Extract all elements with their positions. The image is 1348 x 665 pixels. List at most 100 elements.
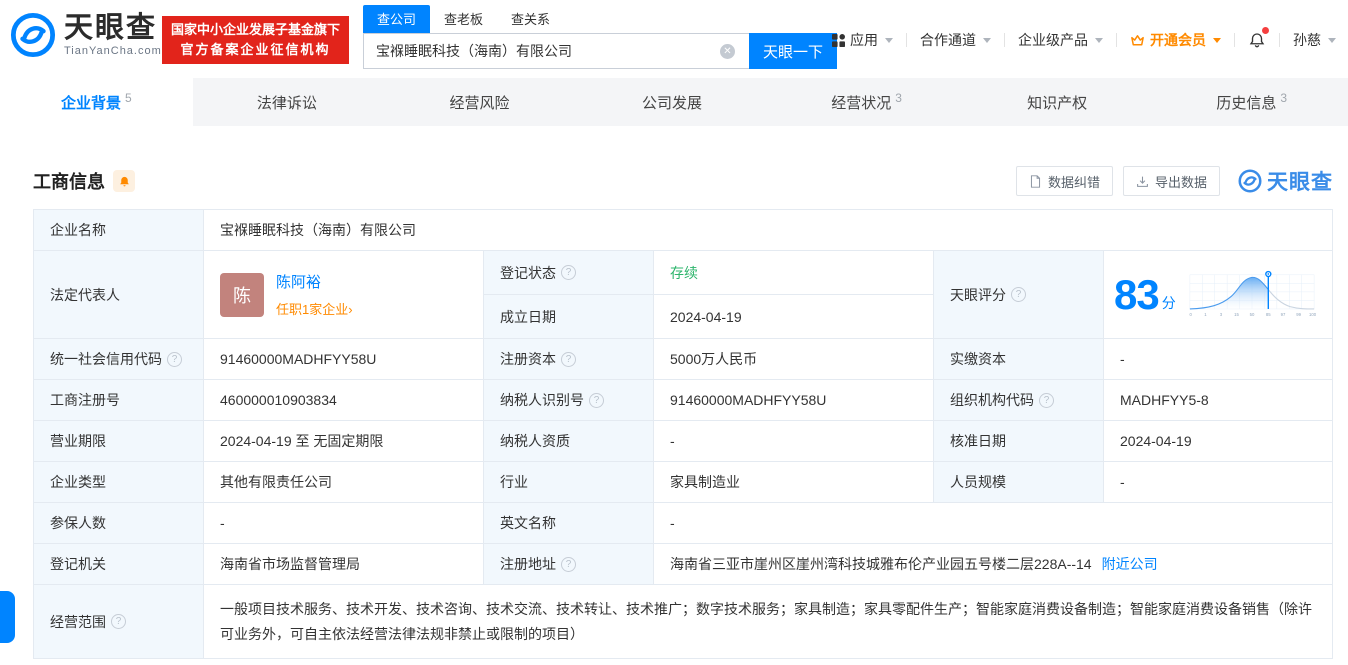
row-business-scope: 经营范围 ? 一般项目技术服务、技术开发、技术咨询、技术交流、技术转让、技术推广…	[34, 585, 1332, 658]
search-button[interactable]: 天眼一下	[749, 33, 837, 69]
help-icon[interactable]: ?	[561, 351, 576, 367]
field-label: 登记机关	[34, 544, 204, 584]
field-label: 天眼评分	[950, 286, 1006, 303]
legal-rep-name-link[interactable]: 陈阿裕	[276, 271, 353, 292]
field-label: 法定代表人	[34, 251, 204, 338]
nav-enterprise[interactable]: 企业级产品	[1018, 30, 1103, 50]
row-reg-number: 工商注册号 460000010903834 纳税人识别号 ? 91460000M…	[34, 380, 1332, 421]
chevron-down-icon	[885, 37, 893, 43]
nav-apps[interactable]: 应用	[832, 30, 893, 50]
nav-user[interactable]: 孙慈	[1293, 30, 1336, 50]
subscribe-bell-button[interactable]	[113, 170, 135, 192]
field-label: 实缴资本	[934, 339, 1104, 379]
establish-date-value: 2024-04-19	[654, 295, 934, 338]
document-icon	[1030, 174, 1041, 188]
row-business-term: 营业期限 2024-04-19 至 无固定期限 纳税人资质 - 核准日期 202…	[34, 421, 1332, 462]
field-label: 经营范围	[50, 613, 106, 630]
legal-rep-avatar[interactable]: 陈	[220, 272, 264, 317]
row-establish-date: 成立日期 2024-04-19	[484, 295, 934, 338]
paid-capital-value: -	[1120, 351, 1125, 367]
score-distribution-chart: 0 1 3 15 50 85 97 99 100	[1189, 270, 1316, 316]
svg-text:15: 15	[1234, 311, 1239, 316]
score-number: 83	[1114, 270, 1160, 318]
crown-icon	[1131, 34, 1144, 45]
row-credit-code: 统一社会信用代码 ? 91460000MADHFYY58U 注册资本 ? 500…	[34, 339, 1332, 380]
field-label: 企业名称	[34, 210, 204, 250]
tianyancha-logo[interactable]: 天眼查 TianYanCha.com	[10, 12, 162, 58]
tab-operating-status[interactable]: 经营状况 3	[770, 78, 963, 126]
field-label: 统一社会信用代码	[50, 351, 162, 367]
tyc-score-value: 83 分 0 1 3 15 50 85 97 99 100	[1104, 251, 1332, 338]
certification-badge: 国家中小企业发展子基金旗下 官方备案企业征信机构	[162, 16, 350, 65]
business-info-header: 工商信息 数据纠错 导出数据 天眼查	[33, 166, 1333, 196]
help-icon[interactable]: ?	[561, 556, 576, 572]
help-icon[interactable]: ?	[1011, 287, 1026, 302]
company-name-value: 宝褓睡眠科技（海南）有限公司	[220, 222, 416, 238]
svg-text:50: 50	[1249, 311, 1254, 316]
nav-partner[interactable]: 合作通道	[920, 30, 991, 50]
help-icon[interactable]: ?	[167, 351, 182, 367]
search-tab-relation[interactable]: 查关系	[497, 5, 564, 33]
watermark-logo: 天眼查	[1238, 166, 1333, 196]
tab-legal-litigation[interactable]: 法律诉讼	[193, 78, 386, 126]
help-icon[interactable]: ?	[1039, 392, 1054, 408]
data-correction-button[interactable]: 数据纠错	[1015, 166, 1113, 196]
svg-text:85: 85	[1266, 311, 1271, 316]
field-label: 核准日期	[934, 421, 1104, 461]
clear-icon[interactable]: ✕	[720, 44, 735, 59]
field-label: 参保人数	[34, 503, 204, 543]
help-icon[interactable]: ?	[561, 265, 576, 280]
badge-line1: 国家中小企业发展子基金旗下	[171, 22, 341, 37]
field-label: 工商注册号	[34, 380, 204, 420]
svg-text:97: 97	[1280, 311, 1285, 316]
notification-dot	[1262, 27, 1269, 34]
download-icon	[1137, 176, 1148, 187]
search-tab-boss[interactable]: 查老板	[430, 5, 497, 33]
username: 孙慈	[1293, 32, 1321, 48]
legal-rep-companies-link[interactable]: 任职1家企业›	[276, 299, 353, 318]
approval-date-value: 2024-04-19	[1120, 433, 1192, 449]
chevron-down-icon	[983, 37, 991, 43]
nearby-companies-link[interactable]: 附近公司	[1102, 554, 1158, 574]
bell-icon	[119, 176, 129, 186]
reg-authority-value: 海南省市场监督管理局	[204, 544, 484, 584]
svg-text:0: 0	[1189, 311, 1192, 316]
row-insured-count: 参保人数 - 英文名称 -	[34, 503, 1332, 544]
row-legal-representative: 法定代表人 陈 陈阿裕 任职1家企业› 登记状态 ? 存续 成立日期 2024-…	[34, 251, 1332, 339]
row-company-name: 企业名称 宝褓睡眠科技（海南）有限公司	[34, 210, 1332, 251]
field-label: 纳税人资质	[484, 421, 654, 461]
divider	[1004, 33, 1005, 47]
search-area: 查公司 查老板 查关系 ✕ 天眼一下	[363, 5, 837, 69]
tab-operational-risk[interactable]: 经营风险	[385, 78, 578, 126]
chevron-down-icon	[1095, 37, 1103, 43]
field-label: 成立日期	[484, 295, 654, 338]
help-icon[interactable]: ?	[111, 614, 126, 629]
business-term-value: 2024-04-19 至 无固定期限	[204, 421, 484, 461]
row-reg-authority: 登记机关 海南省市场监督管理局 注册地址 ? 海南省三亚市崖州区崖州湾科技城雅布…	[34, 544, 1332, 585]
field-label: 行业	[484, 462, 654, 502]
credit-code-value: 91460000MADHFYY58U	[204, 339, 484, 379]
brand-name: 天眼查	[64, 11, 158, 44]
notifications-bell[interactable]	[1248, 27, 1269, 49]
help-icon[interactable]: ?	[589, 392, 604, 408]
search-tab-company[interactable]: 查公司	[363, 5, 431, 33]
reg-number-value: 460000010903834	[204, 380, 484, 420]
field-label: 注册资本	[500, 351, 556, 367]
svg-text:3: 3	[1219, 311, 1222, 316]
staff-size-value: -	[1120, 474, 1125, 490]
section-title: 工商信息	[33, 172, 105, 192]
tianyancha-swirl-icon	[10, 12, 56, 58]
row-reg-status: 登记状态 ? 存续	[484, 251, 934, 295]
tab-company-development[interactable]: 公司发展	[578, 78, 771, 126]
tab-company-background[interactable]: 企业背景 5	[0, 78, 193, 126]
tab-intellectual-property[interactable]: 知识产权	[963, 78, 1156, 126]
nav-vip[interactable]: 开通会员	[1130, 30, 1221, 50]
export-data-button[interactable]: 导出数据	[1122, 166, 1220, 196]
taxpayer-quality-value: -	[654, 421, 934, 461]
top-header: 天眼查 TianYanCha.com 国家中小企业发展子基金旗下 官方备案企业征…	[0, 0, 1348, 78]
reg-address-value: 海南省三亚市崖州区崖州湾科技城雅布伦产业园五号楼二层228A--14	[670, 556, 1092, 572]
field-label: 企业类型	[34, 462, 204, 502]
search-input[interactable]	[363, 33, 749, 69]
tab-history-info[interactable]: 历史信息 3	[1155, 78, 1348, 126]
side-float-widget[interactable]	[0, 591, 15, 643]
